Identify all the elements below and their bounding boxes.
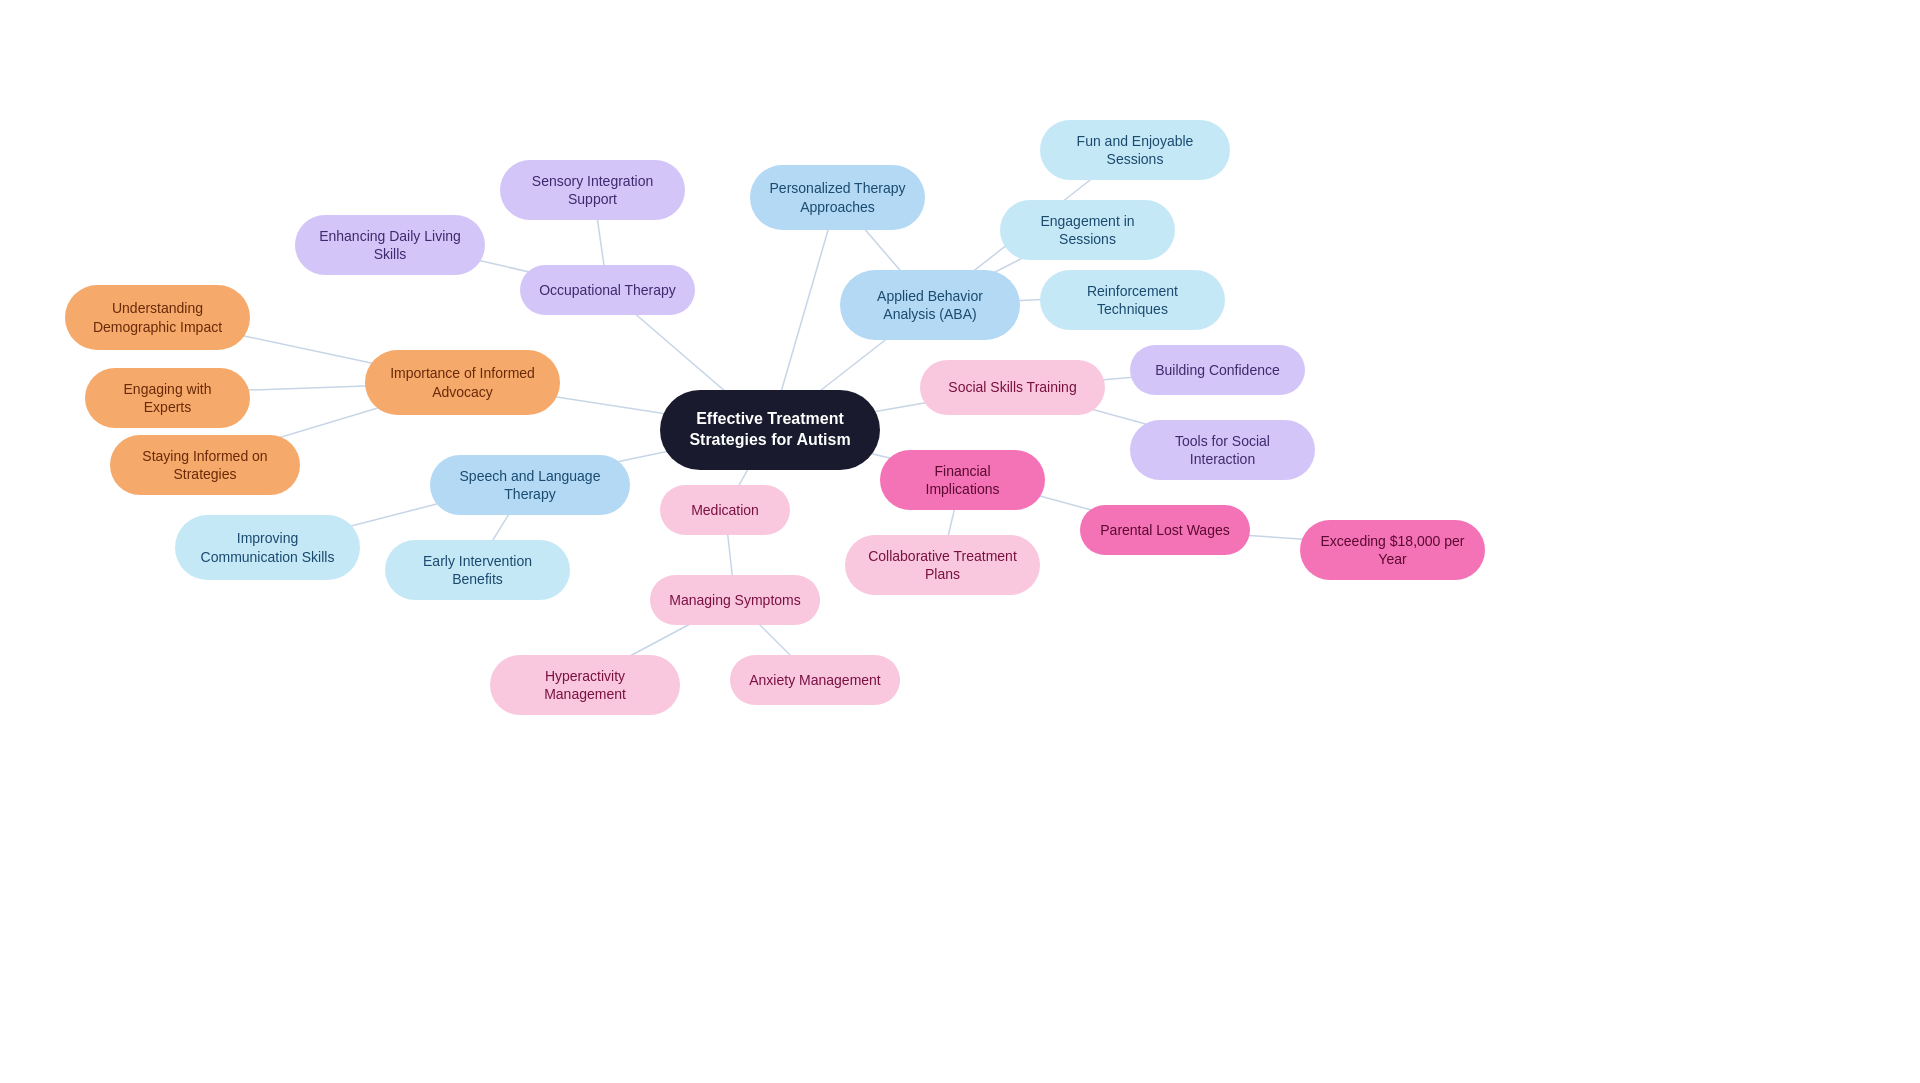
node-demographic: Understanding Demographic Impact (65, 285, 250, 350)
node-parental: Parental Lost Wages (1080, 505, 1250, 555)
node-reinforcement: Reinforcement Techniques (1040, 270, 1225, 330)
node-tools: Tools for Social Interaction (1130, 420, 1315, 480)
node-engagement: Engagement in Sessions (1000, 200, 1175, 260)
node-occupational: Occupational Therapy (520, 265, 695, 315)
node-financial: Financial Implications (880, 450, 1045, 510)
node-hyperactivity: Hyperactivity Management (490, 655, 680, 715)
node-aba: Applied Behavior Analysis (ABA) (840, 270, 1020, 340)
node-informed: Importance of Informed Advocacy (365, 350, 560, 415)
node-anxiety: Anxiety Management (730, 655, 900, 705)
node-medication: Medication (660, 485, 790, 535)
node-exceeding: Exceeding $18,000 per Year (1300, 520, 1485, 580)
node-engaging: Engaging with Experts (85, 368, 250, 428)
node-speech: Speech and Language Therapy (430, 455, 630, 515)
node-early: Early Intervention Benefits (385, 540, 570, 600)
node-sensory: Sensory Integration Support (500, 160, 685, 220)
node-building: Building Confidence (1130, 345, 1305, 395)
node-improving: Improving Communication Skills (175, 515, 360, 580)
node-collaborative: Collaborative Treatment Plans (845, 535, 1040, 595)
node-personalized: Personalized Therapy Approaches (750, 165, 925, 230)
node-fun: Fun and Enjoyable Sessions (1040, 120, 1230, 180)
node-enhancing: Enhancing Daily Living Skills (295, 215, 485, 275)
node-social: Social Skills Training (920, 360, 1105, 415)
center-node: Effective Treatment Strategies for Autis… (660, 390, 880, 470)
node-staying: Staying Informed on Strategies (110, 435, 300, 495)
node-managing: Managing Symptoms (650, 575, 820, 625)
